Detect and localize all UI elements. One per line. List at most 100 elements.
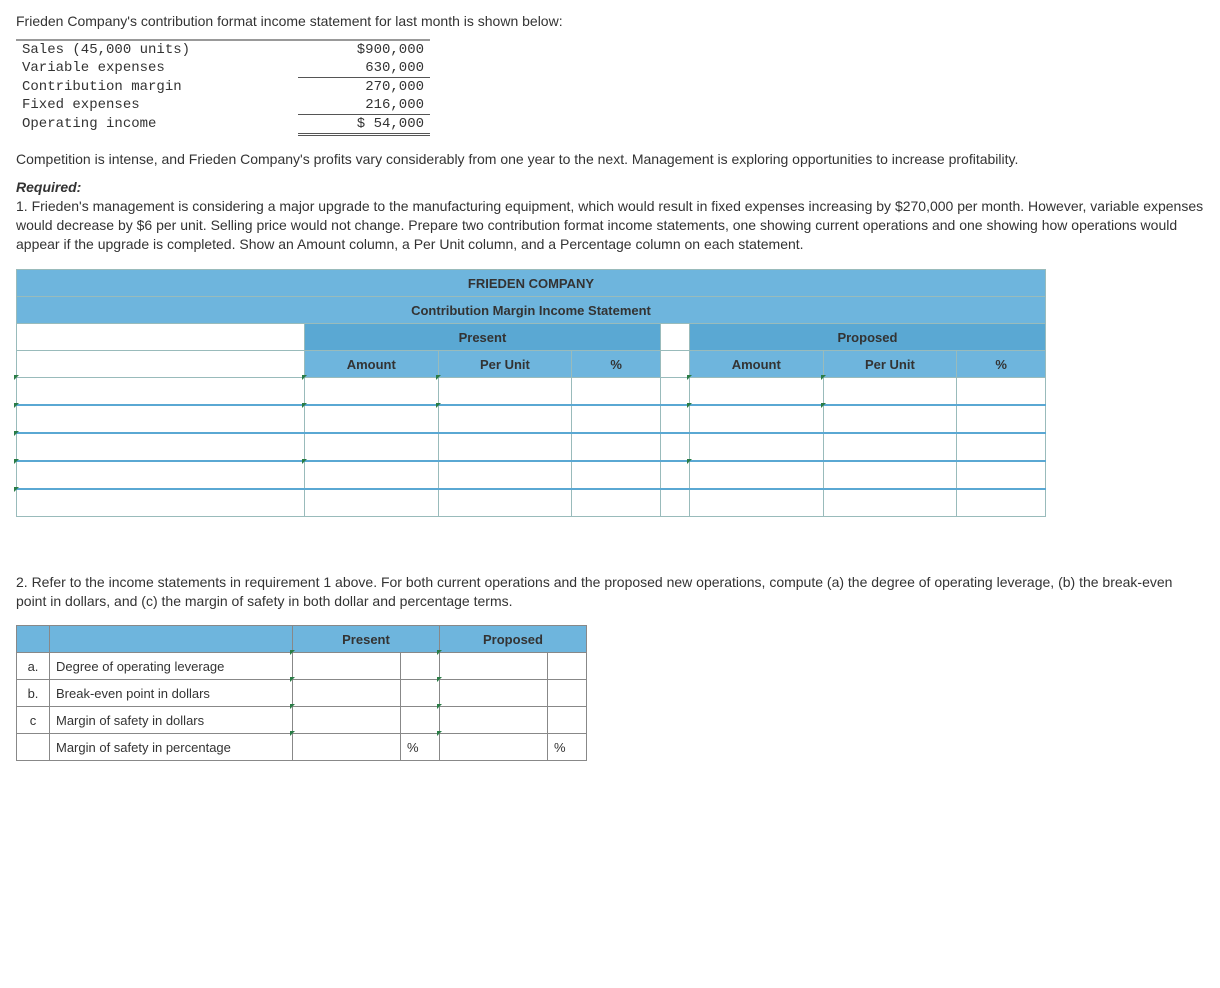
- ws2-row-key: [17, 734, 50, 761]
- income-row-value: 270,000: [298, 77, 430, 96]
- ws2-pct-blank: [401, 707, 440, 734]
- ws1-pct-cell[interactable]: [572, 378, 661, 406]
- ws2-proposed-input[interactable]: [440, 680, 548, 707]
- income-row-value: 630,000: [298, 59, 430, 78]
- ws2-pct-symbol: %: [401, 734, 440, 761]
- ws1-perunit-input[interactable]: [823, 378, 957, 406]
- ws2-row-key: b.: [17, 680, 50, 707]
- ws2-pct-blank: [401, 653, 440, 680]
- ws1-pct-cell[interactable]: [957, 405, 1046, 433]
- income-row-value: $900,000: [298, 40, 430, 59]
- ws1-pct-cell[interactable]: [957, 461, 1046, 489]
- ws1-gap: [660, 461, 689, 489]
- ws1-gap: [660, 378, 689, 406]
- ws1-col-perunit: Per Unit: [823, 351, 957, 378]
- requirement-2-text: 2. Refer to the income statements in req…: [16, 573, 1204, 611]
- ws1-col-pct: %: [572, 351, 661, 378]
- ws1-pct-cell[interactable]: [957, 433, 1046, 461]
- requirement-1-text: 1. Frieden's management is considering a…: [16, 197, 1204, 254]
- ws1-row-label-input[interactable]: [17, 378, 305, 406]
- income-row-value: $ 54,000: [298, 114, 430, 134]
- ws1-gap: [660, 433, 689, 461]
- ws2-pct-blank: [548, 653, 587, 680]
- ws1-amount-cell[interactable]: [304, 433, 438, 461]
- ws2-pct-blank: [548, 680, 587, 707]
- ws1-col-amount: Amount: [304, 351, 438, 378]
- ws2-pct-blank: [401, 680, 440, 707]
- ws1-col-amount: Amount: [689, 351, 823, 378]
- income-statement-table: Sales (45,000 units) $900,000 Variable e…: [16, 39, 430, 136]
- ws1-perunit-cell[interactable]: [823, 489, 957, 517]
- income-row-label: Sales (45,000 units): [16, 40, 298, 59]
- ws2-blank-header: [50, 626, 293, 653]
- intro-text: Frieden Company's contribution format in…: [16, 12, 1204, 31]
- ws2-blank-header: [17, 626, 50, 653]
- ws1-row-label-input[interactable]: [17, 433, 305, 461]
- income-row-label: Fixed expenses: [16, 96, 298, 115]
- ws1-title: FRIEDEN COMPANY: [17, 270, 1046, 297]
- ws2-proposed-input[interactable]: [440, 707, 548, 734]
- ws1-pct-cell[interactable]: [572, 433, 661, 461]
- ws1-perunit-cell[interactable]: [438, 433, 572, 461]
- ws2-row-label: Break-even point in dollars: [50, 680, 293, 707]
- income-row-label: Contribution margin: [16, 77, 298, 96]
- ws1-perunit-cell[interactable]: [823, 461, 957, 489]
- ws2-present-input[interactable]: [293, 680, 401, 707]
- ws1-perunit-cell[interactable]: [438, 489, 572, 517]
- ws2-present-input[interactable]: [293, 734, 401, 761]
- ws1-col-perunit: Per Unit: [438, 351, 572, 378]
- ws2-proposed-header: Proposed: [440, 626, 587, 653]
- ws1-perunit-input[interactable]: [823, 405, 957, 433]
- ws1-pct-cell[interactable]: [957, 378, 1046, 406]
- ws1-amount-input[interactable]: [304, 461, 438, 489]
- ws2-row-key: a.: [17, 653, 50, 680]
- ws1-row-label-input[interactable]: [17, 461, 305, 489]
- paragraph-competition: Competition is intense, and Frieden Comp…: [16, 150, 1204, 169]
- ws2-present-input[interactable]: [293, 653, 401, 680]
- ws1-subtitle: Contribution Margin Income Statement: [17, 297, 1046, 324]
- ws1-pct-cell[interactable]: [957, 489, 1046, 517]
- required-label: Required:: [16, 179, 1204, 195]
- ws1-row-label-input[interactable]: [17, 489, 305, 517]
- ws1-perunit-cell[interactable]: [438, 461, 572, 489]
- ws1-perunit-input[interactable]: [438, 405, 572, 433]
- worksheet-1: FRIEDEN COMPANY Contribution Margin Inco…: [16, 269, 1046, 517]
- income-row-value: 216,000: [298, 96, 430, 115]
- ws1-amount-input[interactable]: [689, 378, 823, 406]
- ws1-perunit-cell[interactable]: [823, 433, 957, 461]
- ws1-gap: [660, 489, 689, 517]
- ws2-row-label: Margin of safety in dollars: [50, 707, 293, 734]
- ws1-gap: [660, 405, 689, 433]
- ws2-proposed-input[interactable]: [440, 734, 548, 761]
- ws1-gap: [660, 324, 689, 351]
- ws2-pct-symbol: %: [548, 734, 587, 761]
- ws1-blank-header: [17, 351, 305, 378]
- ws1-gap: [660, 351, 689, 378]
- ws2-pct-blank: [548, 707, 587, 734]
- ws2-row-label: Margin of safety in percentage: [50, 734, 293, 761]
- income-row-label: Variable expenses: [16, 59, 298, 78]
- ws1-amount-cell[interactable]: [689, 433, 823, 461]
- ws1-perunit-input[interactable]: [438, 378, 572, 406]
- ws1-pct-cell[interactable]: [572, 461, 661, 489]
- ws1-amount-input[interactable]: [304, 405, 438, 433]
- ws1-amount-input[interactable]: [689, 461, 823, 489]
- ws1-amount-cell[interactable]: [689, 489, 823, 517]
- ws1-amount-input[interactable]: [304, 378, 438, 406]
- ws2-present-header: Present: [293, 626, 440, 653]
- worksheet-2: Present Proposed a. Degree of operating …: [16, 625, 587, 761]
- ws1-pct-cell[interactable]: [572, 405, 661, 433]
- ws1-amount-cell[interactable]: [304, 489, 438, 517]
- ws2-row-label: Degree of operating leverage: [50, 653, 293, 680]
- ws2-proposed-input[interactable]: [440, 653, 548, 680]
- ws1-blank-header: [17, 324, 305, 351]
- ws1-present-header: Present: [304, 324, 660, 351]
- ws1-col-pct: %: [957, 351, 1046, 378]
- ws1-pct-cell[interactable]: [572, 489, 661, 517]
- ws2-present-input[interactable]: [293, 707, 401, 734]
- income-row-label: Operating income: [16, 114, 298, 134]
- ws2-row-key: c: [17, 707, 50, 734]
- ws1-row-label-input[interactable]: [17, 405, 305, 433]
- ws1-proposed-header: Proposed: [689, 324, 1045, 351]
- ws1-amount-input[interactable]: [689, 405, 823, 433]
